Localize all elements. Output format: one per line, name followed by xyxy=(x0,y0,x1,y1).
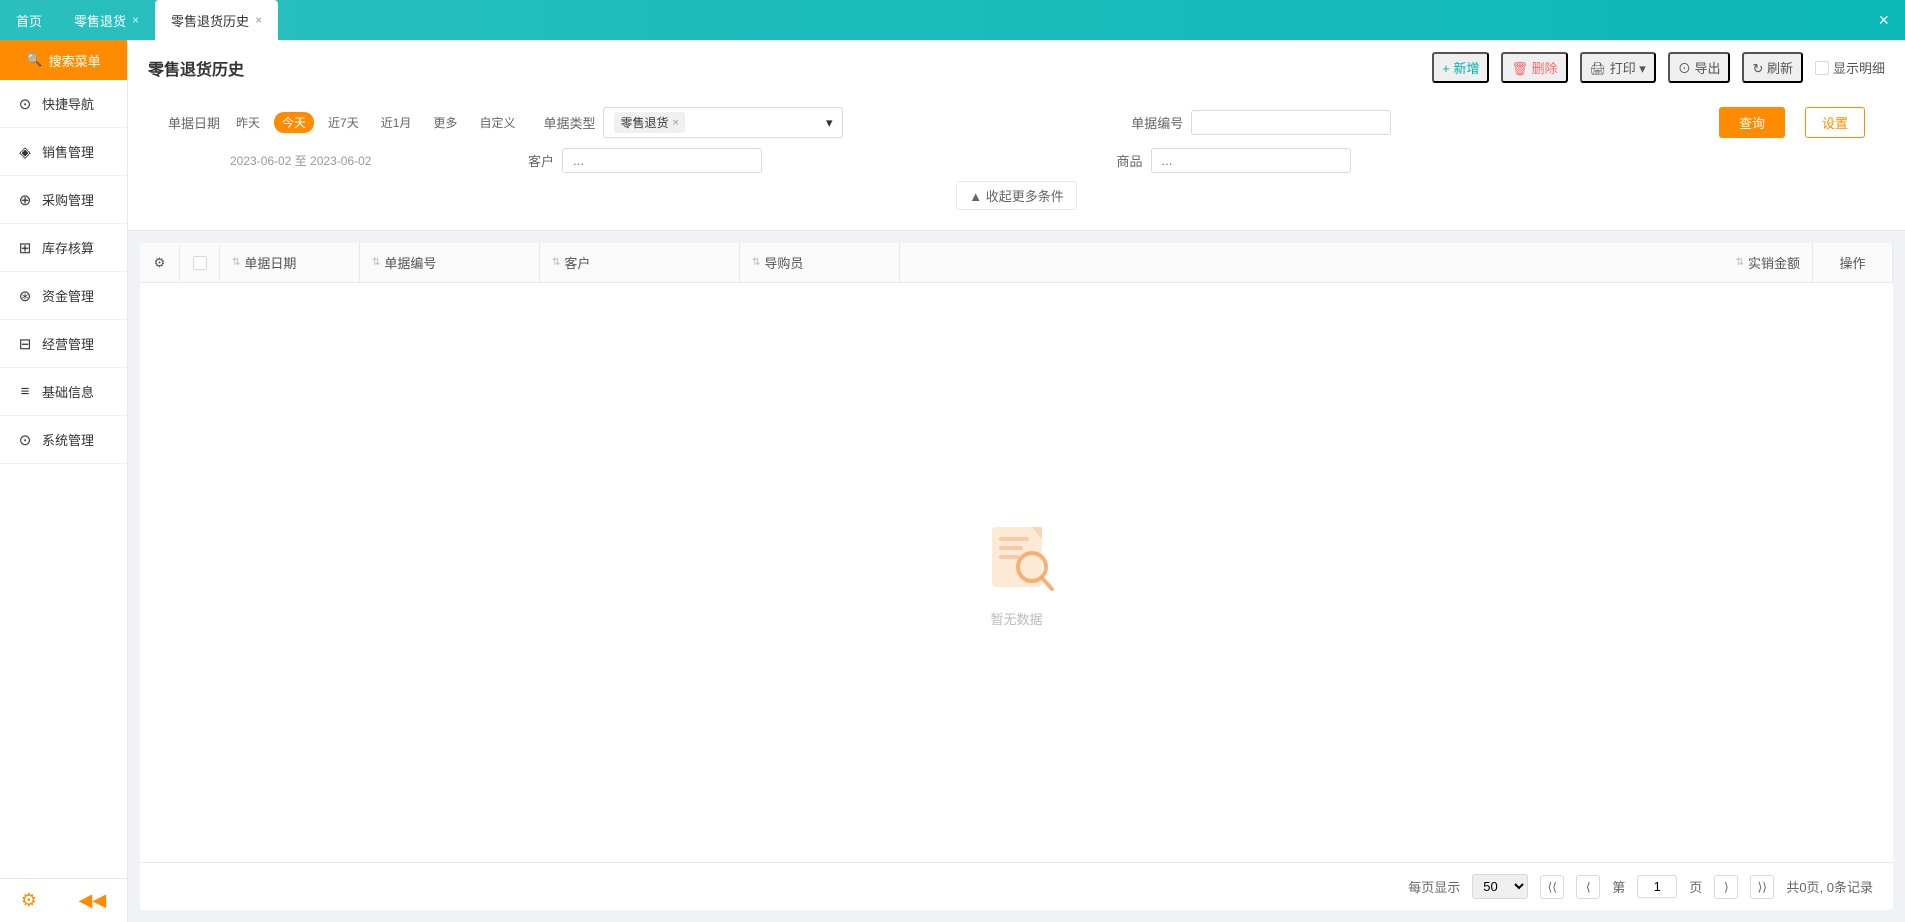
type-select-arrow: ▾ xyxy=(826,115,833,131)
collapse-row: ▲ 收起更多条件 xyxy=(168,177,1865,218)
main-layout: 🔍 搜索菜单 ⊙ 快捷导航 ◈ 销售管理 ⊕ 采购管理 ⊞ 库存核算 ⊛ 资金管 xyxy=(0,40,1905,922)
finance-icon: ⊛ xyxy=(16,287,34,305)
export-button[interactable]: ⊙ 导出 xyxy=(1668,52,1731,83)
sidebar-item-purchase-mgmt[interactable]: ⊕ 采购管理 xyxy=(0,176,127,224)
sidebar-audio-btn[interactable]: ◀◀ xyxy=(79,890,107,911)
sort-guide-icon[interactable]: ⇅ xyxy=(752,257,760,268)
page-header: 零售退货历史 + 新增 🗑 删除 🖨 打印 ▾ ⊙ 导出 ↻ 刷新 显示明细 xyxy=(128,40,1905,231)
sidebar-search-btn[interactable]: 🔍 搜索菜单 xyxy=(0,40,127,80)
sidebar-settings-btn[interactable]: ⚙ xyxy=(21,890,37,911)
sidebar-item-sales-mgmt[interactable]: ◈ 销售管理 xyxy=(0,128,127,176)
query-button[interactable]: 查询 xyxy=(1719,107,1785,138)
sidebar: 🔍 搜索菜单 ⊙ 快捷导航 ◈ 销售管理 ⊕ 采购管理 ⊞ 库存核算 ⊛ 资金管 xyxy=(0,40,128,922)
date-more-btn[interactable]: 更多 xyxy=(425,112,465,133)
tab-retail-return-history[interactable]: 零售退货历史 × xyxy=(155,0,278,40)
filter-area: 单据日期 昨天 今天 近7天 近1月 更多 自定义 单据类型 xyxy=(148,95,1885,230)
type-tag-close[interactable]: × xyxy=(672,117,678,129)
table-container: ⚙ ⇅ 单据日期 ⇅ 单据编号 ⇅ 客户 ⇅ xyxy=(140,243,1893,910)
page-title: 零售退货历史 xyxy=(148,56,244,80)
sidebar-item-inventory[interactable]: ⊞ 库存核算 xyxy=(0,224,127,272)
system-icon: ⊙ xyxy=(16,431,34,449)
prev-page-btn[interactable]: ⟨ xyxy=(1576,875,1600,899)
th-settings[interactable]: ⚙ xyxy=(140,245,180,281)
th-customer: ⇅ 客户 xyxy=(540,243,740,282)
date-today-btn[interactable]: 今天 xyxy=(274,112,314,133)
close-history-tab[interactable]: × xyxy=(255,13,262,27)
display-toggle-checkbox[interactable] xyxy=(1815,61,1829,75)
sidebar-item-finance[interactable]: ⊛ 资金管理 xyxy=(0,272,127,320)
th-ops: 操作 xyxy=(1813,243,1893,282)
customer-input[interactable] xyxy=(562,148,762,173)
sort-number-icon[interactable]: ⇅ xyxy=(372,257,380,268)
date-filter-item: 单据日期 昨天 今天 近7天 近1月 更多 自定义 xyxy=(168,112,523,133)
th-number: ⇅ 单据编号 xyxy=(360,243,540,282)
date-yesterday-btn[interactable]: 昨天 xyxy=(228,112,268,133)
last-page-btn[interactable]: ⟩⟩ xyxy=(1750,875,1774,899)
tab-retail-return[interactable]: 零售退货 × xyxy=(58,0,155,40)
date-1month-btn[interactable]: 近1月 xyxy=(373,112,420,133)
number-filter-item: 单据编号 xyxy=(1131,110,1699,135)
delete-button[interactable]: 🗑 删除 xyxy=(1501,52,1567,83)
table-settings-icon[interactable]: ⚙ xyxy=(154,255,166,271)
filter-row-2: 2023-06-02 至 2023-06-02 客户 商品 xyxy=(168,148,1865,173)
page-number-input[interactable] xyxy=(1637,875,1677,898)
page-header-top: 零售退货历史 + 新增 🗑 删除 🖨 打印 ▾ ⊙ 导出 ↻ 刷新 显示明细 xyxy=(148,52,1885,83)
date-7days-btn[interactable]: 近7天 xyxy=(320,112,367,133)
settings-button[interactable]: 设置 xyxy=(1805,107,1865,138)
empty-text: 暂无数据 xyxy=(990,609,1042,628)
basic-info-icon: ≡ xyxy=(16,383,34,401)
inventory-icon: ⊞ xyxy=(16,239,34,257)
sort-amount-icon[interactable]: ⇅ xyxy=(1736,257,1744,268)
select-all-checkbox[interactable] xyxy=(193,256,207,270)
sidebar-bottom: ⚙ ◀◀ xyxy=(0,878,127,922)
tab-list: 首页 零售退货 × 零售退货历史 × xyxy=(0,0,1862,40)
next-page-btn[interactable]: ⟩ xyxy=(1714,875,1738,899)
sort-customer-icon[interactable]: ⇅ xyxy=(552,257,560,268)
th-date: ⇅ 单据日期 xyxy=(220,243,360,282)
type-tag: 零售退货 × xyxy=(614,112,684,133)
quick-nav-icon: ⊙ xyxy=(16,95,34,113)
empty-state: 暂无数据 xyxy=(140,283,1893,862)
number-input[interactable] xyxy=(1191,110,1391,135)
sidebar-menu: ⊙ 快捷导航 ◈ 销售管理 ⊕ 采购管理 ⊞ 库存核算 ⊛ 资金管理 ⊟ 经营管… xyxy=(0,80,127,878)
date-range-display: 2023-06-02 至 2023-06-02 xyxy=(168,152,508,169)
goods-input[interactable] xyxy=(1151,148,1351,173)
date-custom-btn[interactable]: 自定义 xyxy=(471,112,523,133)
table-header: ⚙ ⇅ 单据日期 ⇅ 单据编号 ⇅ 客户 ⇅ xyxy=(140,243,1893,283)
top-bar: 首页 零售退货 × 零售退货历史 × × xyxy=(0,0,1905,40)
operations-icon: ⊟ xyxy=(16,335,34,353)
window-close-button[interactable]: × xyxy=(1862,10,1905,31)
th-checkbox[interactable] xyxy=(180,246,220,280)
th-amount: ⇅ 实销金额 xyxy=(900,243,1813,282)
customer-filter-item: 客户 xyxy=(528,148,1097,173)
refresh-button[interactable]: ↻ 刷新 xyxy=(1742,52,1803,83)
sidebar-item-operations[interactable]: ⊟ 经营管理 xyxy=(0,320,127,368)
empty-illustration xyxy=(972,517,1062,597)
page-size-select[interactable]: 50 20 100 xyxy=(1472,874,1528,899)
search-icon: 🔍 xyxy=(26,52,42,68)
sidebar-item-basic-info[interactable]: ≡ 基础信息 xyxy=(0,368,127,416)
first-page-btn[interactable]: ⟨⟨ xyxy=(1540,875,1564,899)
collapse-filter-btn[interactable]: ▲ 收起更多条件 xyxy=(956,181,1076,210)
sidebar-item-system-mgmt[interactable]: ⊙ 系统管理 xyxy=(0,416,127,464)
type-filter-item: 单据类型 零售退货 × ▾ xyxy=(543,107,1111,138)
purchase-icon: ⊕ xyxy=(16,191,34,209)
header-actions: + 新增 🗑 删除 🖨 打印 ▾ ⊙ 导出 ↻ 刷新 显示明细 xyxy=(1432,52,1885,83)
close-retail-return-tab[interactable]: × xyxy=(132,13,139,27)
sidebar-item-quick-nav[interactable]: ⊙ 快捷导航 xyxy=(0,80,127,128)
tab-home[interactable]: 首页 xyxy=(0,0,58,40)
print-button[interactable]: 🖨 打印 ▾ xyxy=(1580,52,1656,83)
type-filter-select[interactable]: 零售退货 × ▾ xyxy=(603,107,843,138)
pagination-bar: 每页显示 50 20 100 ⟨⟨ ⟨ 第 页 ⟩ ⟩⟩ 共0页, 0条记录 xyxy=(140,862,1893,910)
date-filter: 昨天 今天 近7天 近1月 更多 自定义 xyxy=(228,112,523,133)
filter-row-1: 单据日期 昨天 今天 近7天 近1月 更多 自定义 单据类型 xyxy=(168,107,1865,138)
goods-filter-item: 商品 xyxy=(1117,148,1686,173)
sort-date-icon[interactable]: ⇅ xyxy=(232,257,240,268)
display-toggle[interactable]: 显示明细 xyxy=(1815,58,1885,77)
th-guide: ⇅ 导购员 xyxy=(740,243,900,282)
sales-icon: ◈ xyxy=(16,143,34,161)
new-button[interactable]: + 新增 xyxy=(1432,52,1489,83)
main-content: 零售退货历史 + 新增 🗑 删除 🖨 打印 ▾ ⊙ 导出 ↻ 刷新 显示明细 xyxy=(128,40,1905,922)
